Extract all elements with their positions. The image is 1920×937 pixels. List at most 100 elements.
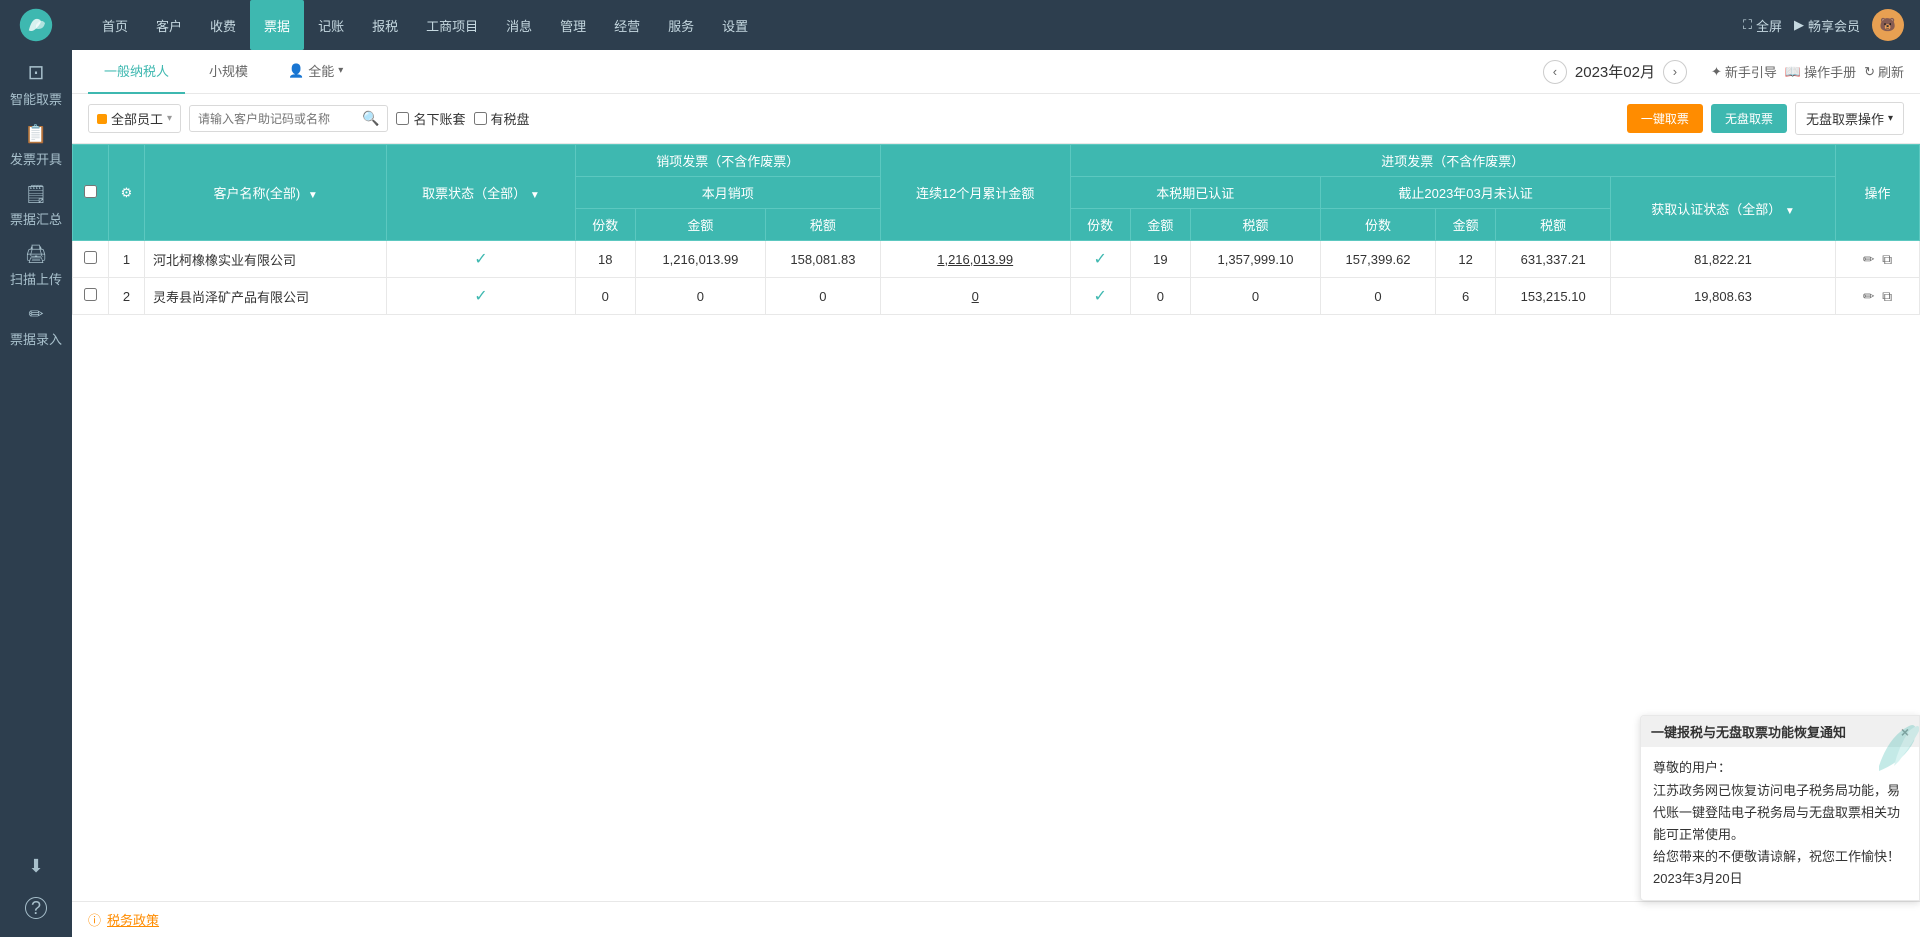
date-prev-button[interactable]: ‹	[1543, 60, 1567, 84]
filter-icon[interactable]: ▼	[308, 190, 318, 201]
search-button[interactable]: 🔍	[362, 110, 379, 127]
member-label: 畅享会员	[1808, 16, 1860, 35]
topnav: 首页 客户 收费 票据 记账 报税 工商项目 消息 管理 经营 服务 设置 ⛶ …	[72, 0, 1920, 50]
refresh-button[interactable]: ↻ 刷新	[1864, 62, 1904, 81]
nav-business[interactable]: 工商项目	[412, 0, 492, 50]
checkbox-tax-wrap[interactable]: 有税盘	[474, 109, 530, 128]
bottom-bar: ⓘ 税务政策	[72, 901, 1920, 937]
nav-home[interactable]: 首页	[88, 0, 142, 50]
select-all-checkbox[interactable]	[84, 185, 97, 198]
th-fetch-status: 取票状态（全部） ▼	[387, 145, 575, 241]
search-input[interactable]	[198, 112, 358, 126]
nav-operate[interactable]: 经营	[600, 0, 654, 50]
table-row: 2 灵寿县尚泽矿产品有限公司 ✓ 0 0 0 0 ✓ 0 0 0 6 153,2…	[73, 278, 1920, 315]
nav-service[interactable]: 服务	[654, 0, 708, 50]
no-disk-ops-button[interactable]: 无盘取票操作 ▾	[1795, 102, 1904, 135]
sidebar-item-scan-upload[interactable]: 🖨 扫描上传	[0, 234, 72, 294]
tab-all-icon: 👤	[288, 63, 304, 79]
nav-invoice[interactable]: 票据	[250, 0, 304, 50]
sidebar-item-smart-fetch[interactable]: ⊡ 智能取票	[0, 50, 72, 114]
download-icon: ⬇	[28, 856, 43, 877]
table-row: 1 河北柯橡橡实业有限公司 ✓ 18 1,216,013.99 158,081.…	[73, 241, 1920, 278]
nav-accounting[interactable]: 记账	[304, 0, 358, 50]
row-monthly-amount: 1,216,013.99	[635, 241, 765, 278]
one-click-fetch-button[interactable]: 一键取票	[1627, 104, 1703, 133]
th-tax1: 税额	[765, 209, 880, 241]
no-disk-fetch-button[interactable]: 无盘取票	[1711, 104, 1787, 133]
cumulative-link[interactable]: 0	[972, 289, 979, 304]
th-ops: 操作	[1835, 145, 1919, 241]
notification-body: 尊敬的用户：江苏政务网已恢复访问电子税务局功能，易代账一键登陆电子税务局与无盘取…	[1641, 747, 1919, 900]
sidebar-bottom-download[interactable]: ⬇	[0, 850, 72, 883]
sidebar-item-label: 票据录入	[10, 329, 62, 348]
tab-general-taxpayer[interactable]: 一般纳税人	[88, 50, 185, 94]
copy-icon[interactable]: ⧉	[1882, 251, 1892, 267]
row-cur-amount: 1,357,999.10	[1190, 241, 1320, 278]
cumulative-link[interactable]: 1,216,013.99	[937, 252, 1013, 267]
check-circle-icon: ✓	[474, 288, 487, 305]
row-cur-qty: 0	[1130, 278, 1190, 315]
tab-all[interactable]: 👤 全能 ▾	[272, 50, 359, 94]
manual-button[interactable]: 📖 操作手册	[1785, 62, 1856, 81]
guide-icon: ✦	[1711, 64, 1722, 80]
th-current-period: 本税期已认证	[1070, 177, 1321, 209]
invoice-entry-icon: ✏	[28, 304, 43, 325]
tab-small-scale[interactable]: 小规模	[193, 50, 264, 94]
nav-customer[interactable]: 客户	[142, 0, 196, 50]
row-checkbox[interactable]	[73, 278, 109, 315]
th-settings: ⚙	[109, 145, 145, 241]
notification-close-button[interactable]: ×	[1901, 724, 1909, 740]
sidebar-item-invoice-open[interactable]: 📋 发票开具	[0, 114, 72, 174]
nav-manage[interactable]: 管理	[546, 0, 600, 50]
checkbox-account[interactable]	[396, 112, 409, 125]
filter-icon2[interactable]: ▼	[530, 190, 540, 201]
date-next-button[interactable]: ›	[1663, 60, 1687, 84]
policy-icon: ⓘ	[88, 910, 101, 929]
nav-message[interactable]: 消息	[492, 0, 546, 50]
row-customer: 河北柯橡橡实业有限公司	[145, 241, 387, 278]
employee-select-label: 全部员工	[111, 109, 163, 128]
edit-icon[interactable]: ✏	[1863, 288, 1875, 304]
row-actions: ✏ ⧉	[1835, 241, 1919, 278]
sidebar-item-invoice-entry[interactable]: ✏ 票据录入	[0, 294, 72, 354]
settings-icon[interactable]: ⚙	[121, 185, 133, 200]
sidebar-bottom-help[interactable]: ?	[0, 891, 72, 925]
policy-text[interactable]: 税务政策	[107, 910, 159, 929]
select-dot	[97, 114, 107, 124]
th-customer-label: 客户名称(全部)	[214, 186, 301, 201]
smart-fetch-icon: ⊡	[28, 60, 45, 85]
filter-icon3[interactable]: ▼	[1785, 206, 1795, 217]
row-cumulative: 1,216,013.99	[880, 241, 1070, 278]
checkbox-account-label: 名下账套	[413, 109, 465, 128]
fullscreen-btn[interactable]: ⛶ 全屏	[1743, 16, 1782, 35]
checkbox-account-wrap[interactable]: 名下账套	[396, 109, 465, 128]
row-cur-tax: 157,399.62	[1321, 241, 1436, 278]
row-monthly-tax: 158,081.83	[765, 241, 880, 278]
checkbox-tax-label: 有税盘	[491, 109, 530, 128]
avatar[interactable]: 🐻	[1872, 9, 1904, 41]
row-checkbox[interactable]	[73, 241, 109, 278]
sidebar-item-invoice-summary[interactable]: 🗒 票据汇总	[0, 174, 72, 234]
row-cur-amount: 0	[1190, 278, 1320, 315]
sidebar: ⊡ 智能取票 📋 发票开具 🗒 票据汇总 🖨 扫描上传 ✏ 票据录入 ⬇ ?	[0, 0, 72, 937]
notification-header: 一键报税与无盘取票功能恢复通知 ×	[1641, 716, 1919, 747]
notification-title: 一键报税与无盘取票功能恢复通知	[1651, 722, 1846, 741]
checkbox-tax[interactable]	[474, 112, 487, 125]
table-body: 1 河北柯橡橡实业有限公司 ✓ 18 1,216,013.99 158,081.…	[73, 241, 1920, 315]
row-monthly-amount: 0	[635, 278, 765, 315]
row-cur-tax: 0	[1321, 278, 1436, 315]
nav-billing[interactable]: 收费	[196, 0, 250, 50]
row-index: 2	[109, 278, 145, 315]
date-label: 2023年02月	[1575, 61, 1655, 82]
copy-icon[interactable]: ⧉	[1882, 288, 1892, 304]
employee-select[interactable]: 全部员工 ▾	[88, 104, 181, 133]
row-unauth-qty: 6	[1435, 278, 1495, 315]
row-customer: 灵寿县尚泽矿产品有限公司	[145, 278, 387, 315]
th-purchase-group: 进项发票（不含作废票）	[1070, 145, 1835, 177]
nav-settings[interactable]: 设置	[708, 0, 762, 50]
edit-icon[interactable]: ✏	[1863, 251, 1875, 267]
nav-tax[interactable]: 报税	[358, 0, 412, 50]
member-btn[interactable]: ▶ 畅享会员	[1794, 16, 1860, 35]
row-auth-status: ✓	[1070, 241, 1130, 278]
new-guide-button[interactable]: ✦ 新手引导	[1711, 62, 1777, 81]
